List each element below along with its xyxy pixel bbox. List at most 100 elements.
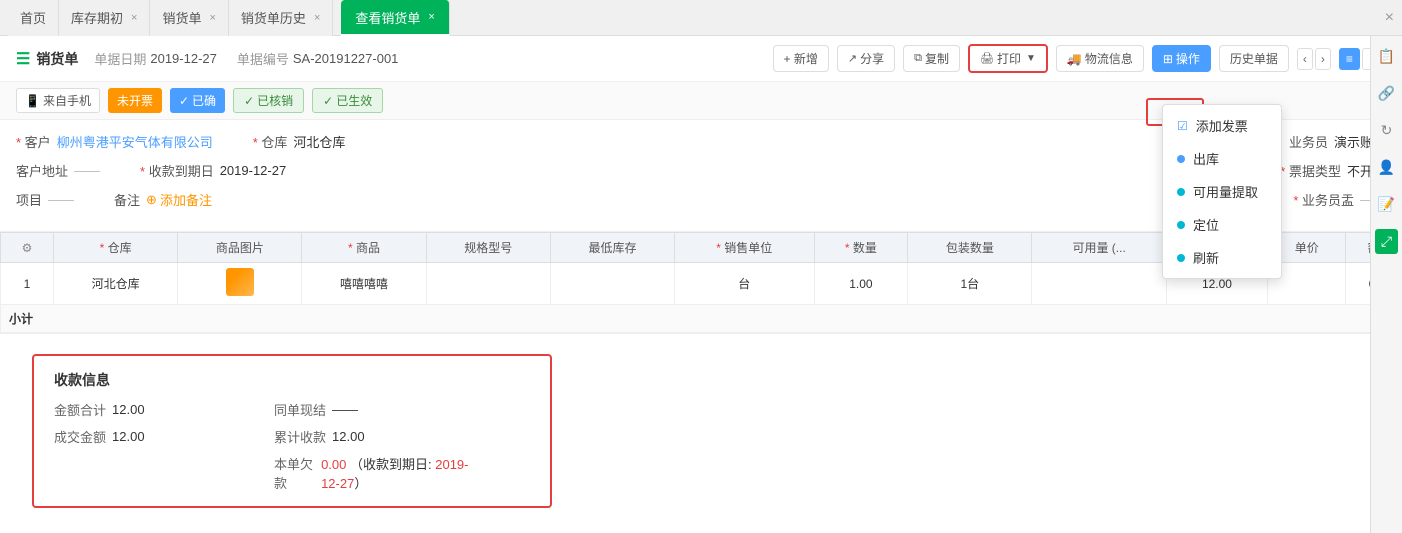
subtotal-row: 小计 — [1, 305, 1402, 333]
tab-sales-order[interactable]: 销货单 × — [150, 0, 228, 36]
confirm-button[interactable]: ✓ 已确 — [170, 88, 225, 113]
summary-balance-due: 本单欠款 0.00 （收款到期日: 2019-12-27） — [274, 454, 474, 492]
effect-badge: ✓ 已生效 — [312, 88, 383, 113]
nav-arrows: ‹ › — [1297, 48, 1331, 70]
product-image — [226, 268, 254, 296]
copy-icon: ⧉ — [914, 52, 922, 65]
close-tab-sales[interactable]: × — [209, 12, 215, 24]
plus-icon: ⊕ — [146, 192, 157, 208]
payment-date-field: 收款到期日 2019-12-27 — [140, 161, 286, 180]
total-amount-label: 金额合计 — [54, 400, 106, 419]
staff2-label: 业务员盂 — [1293, 190, 1354, 209]
share-icon: ↗ — [848, 52, 857, 65]
dropdown-outbound[interactable]: 出库 — [1163, 142, 1281, 175]
copy-button[interactable]: ⧉ 复制 — [903, 45, 960, 72]
summary-deal-amount: 成交金额 12.00 — [54, 427, 254, 446]
col-settings[interactable]: ⚙ — [1, 233, 54, 263]
main-content: ☰ 销货单 单据日期 2019-12-27 单据编号 SA-20191227-0… — [0, 36, 1402, 533]
dropdown-menu: ☑ 添加发票 出库 可用量提取 定位 刷新 — [1162, 104, 1282, 279]
row-available — [1032, 263, 1166, 305]
print-button[interactable]: 🖨 打印 ▼ — [968, 44, 1048, 73]
doc-actions: + 新增 ↗ 分享 ⧉ 复制 🖨 打印 ▼ 🚚 物流信息 — [773, 44, 1386, 73]
sidebar-link-icon[interactable]: 🔗 — [1374, 81, 1399, 106]
summary-same-settle: 同单现结 —— — [274, 400, 474, 419]
logistics-button[interactable]: 🚚 物流信息 — [1056, 45, 1144, 72]
sidebar-expand-icon[interactable]: ⤢ — [1375, 229, 1398, 254]
balance-due-label: 本单欠款 — [274, 454, 315, 492]
tab-sales-history[interactable]: 销货单历史 × — [229, 0, 333, 36]
summary-cumulative-receipt: 累计收款 12.00 — [274, 427, 474, 446]
close-tab-view-sales[interactable]: × — [428, 11, 434, 23]
customer-value[interactable]: 柳州粤港平安气体有限公司 — [57, 132, 213, 151]
sold-check-icon: ✓ — [244, 94, 254, 108]
op-icon: ⊞ — [1163, 52, 1173, 66]
tab-home[interactable]: 首页 — [8, 0, 59, 36]
sidebar-doc-icon[interactable]: 📋 — [1374, 44, 1399, 69]
sidebar-refresh-icon[interactable]: ↻ — [1377, 118, 1397, 143]
row-qty: 1.00 — [814, 263, 908, 305]
col-spec: 规格型号 — [426, 233, 550, 263]
tab-inventory-init[interactable]: 库存期初 × — [59, 0, 150, 36]
op-button[interactable]: ⊞ 操作 — [1152, 45, 1211, 72]
col-available: 可用量 (... — [1032, 233, 1166, 263]
col-product: 商品 — [302, 233, 426, 263]
tab-bar: 首页 库存期初 × 销货单 × 销货单历史 × 查看销货单 × × — [0, 0, 1402, 36]
sidebar-user-icon[interactable]: 👤 — [1374, 155, 1399, 180]
teal-dot-icon-2 — [1177, 221, 1185, 229]
sold-badge: ✓ 已核销 — [233, 88, 304, 113]
row-min-stock — [550, 263, 674, 305]
project-label: 项目 — [16, 190, 42, 209]
row-warehouse: 河北仓库 — [54, 263, 178, 305]
new-button[interactable]: + 新增 — [773, 45, 829, 72]
dropdown-available-qty[interactable]: 可用量提取 — [1163, 175, 1281, 208]
effect-check-icon: ✓ — [323, 94, 333, 108]
same-settle-value: —— — [332, 402, 358, 417]
dropdown-add-invoice[interactable]: ☑ 添加发票 — [1163, 109, 1281, 142]
project-value: —— — [48, 192, 74, 207]
doc-title-icon: ☰ — [16, 49, 30, 69]
row-pack-qty: 1台 — [908, 263, 1032, 305]
col-unit: 销售单位 — [675, 233, 815, 263]
doc-title-section: ☰ 销货单 — [16, 49, 78, 69]
payment-date-value: 2019-12-27 — [220, 163, 287, 178]
phone-button[interactable]: 📱 来自手机 — [16, 88, 100, 113]
share-button[interactable]: ↗ 分享 — [837, 45, 895, 72]
col-pack-qty: 包装数量 — [908, 233, 1032, 263]
list-view-button[interactable]: ≡ — [1339, 48, 1360, 70]
tab-view-sales[interactable]: 查看销货单 × — [341, 0, 449, 36]
total-amount-value: 12.00 — [112, 402, 145, 417]
prev-button[interactable]: ‹ — [1297, 48, 1313, 70]
row-unit: 台 — [675, 263, 815, 305]
checkbox-icon: ☑ — [1177, 119, 1188, 133]
number-label: 单据编号 — [237, 49, 289, 68]
date-label: 单据日期 — [94, 49, 146, 68]
doc-meta: 单据日期 2019-12-27 单据编号 SA-20191227-001 — [94, 49, 398, 68]
deal-amount-label: 成交金额 — [54, 427, 106, 446]
dropdown-refresh[interactable]: 刷新 — [1163, 241, 1281, 274]
next-button[interactable]: › — [1315, 48, 1331, 70]
close-tab-history[interactable]: × — [314, 12, 320, 24]
deal-amount-value: 12.00 — [112, 429, 145, 444]
unopened-button[interactable]: 未开票 — [108, 88, 162, 113]
confirm-icon: ✓ — [179, 94, 189, 108]
settings-icon[interactable]: ⚙ — [22, 241, 33, 255]
address-label: 客户地址 — [16, 161, 68, 180]
close-tab-inventory[interactable]: × — [131, 12, 137, 24]
col-min-stock: 最低库存 — [550, 233, 674, 263]
dropdown-locate[interactable]: 定位 — [1163, 208, 1281, 241]
ticket-type-label: 票据类型 — [1280, 161, 1341, 180]
doc-header: ☰ 销货单 单据日期 2019-12-27 单据编号 SA-20191227-0… — [0, 36, 1402, 82]
address-value: —— — [74, 163, 100, 178]
print-dropdown-arrow[interactable]: ▼ — [1026, 53, 1036, 64]
col-warehouse: 仓库 — [54, 233, 178, 263]
add-note-button[interactable]: ⊕ 添加备注 — [146, 190, 212, 209]
sidebar-note-icon[interactable]: 📝 — [1374, 192, 1399, 217]
close-window-button[interactable]: × — [1385, 9, 1394, 27]
history-button[interactable]: 历史单据 — [1219, 45, 1289, 72]
right-sidebar: 📋 🔗 ↻ 👤 📝 ⤢ — [1370, 36, 1402, 533]
col-qty: 数量 — [814, 233, 908, 263]
address-field: 客户地址 —— — [16, 161, 100, 180]
row-spec — [426, 263, 550, 305]
number-value: SA-20191227-001 — [293, 51, 399, 66]
print-icon: 🖨 — [980, 52, 994, 65]
